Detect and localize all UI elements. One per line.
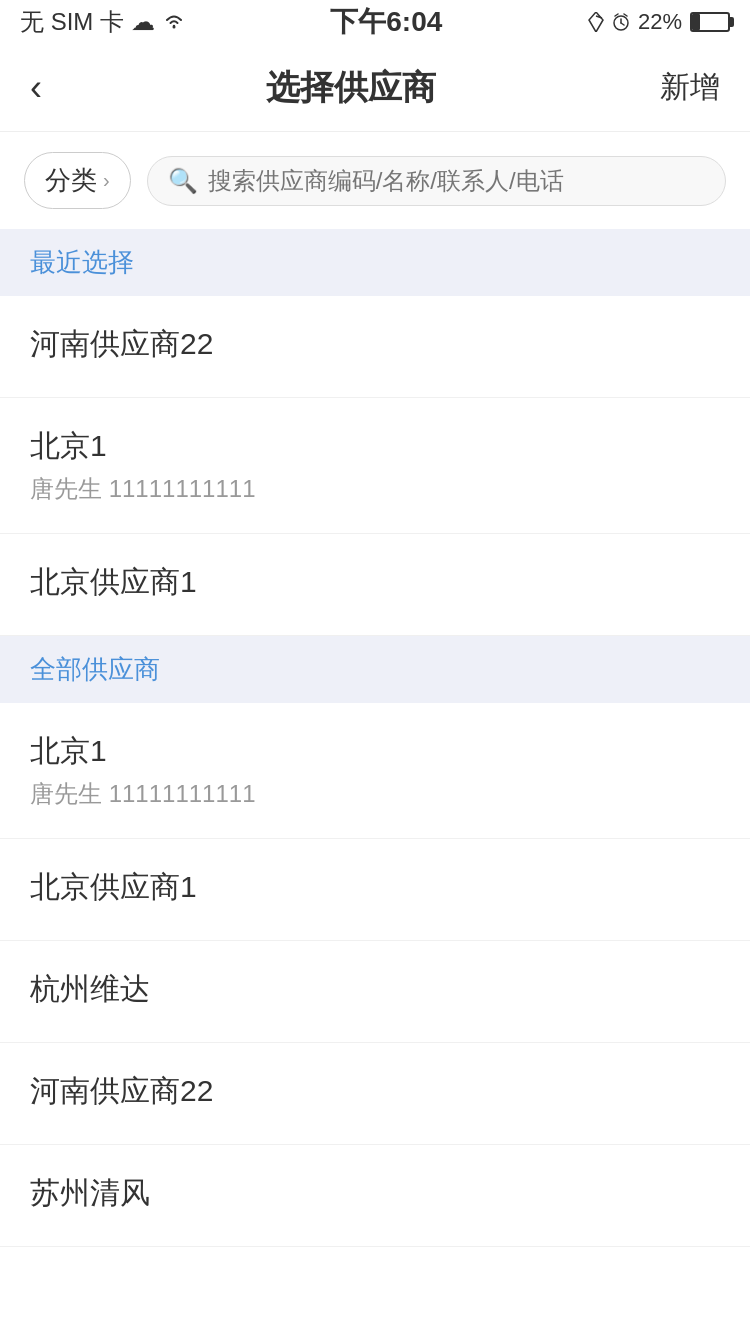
status-left: 无 SIM 卡 ☁ xyxy=(20,6,185,38)
all-section-header: 全部供应商 xyxy=(0,636,750,703)
supplier-name: 北京1 xyxy=(30,426,720,467)
supplier-contact: 唐先生 11111111111 xyxy=(30,473,720,505)
search-box[interactable]: 🔍 xyxy=(147,156,726,206)
wifi-icon xyxy=(163,14,185,30)
recent-suppliers-list: 河南供应商22 北京1 唐先生 11111111111 北京供应商1 xyxy=(0,296,750,636)
all-supplier-item[interactable]: 苏州清风 xyxy=(0,1145,750,1247)
category-filter-button[interactable]: 分类 › xyxy=(24,152,131,209)
battery-icon xyxy=(690,12,730,32)
svg-line-1 xyxy=(596,16,602,18)
status-time: 下午6:04 xyxy=(330,3,442,41)
recent-section-header: 最近选择 xyxy=(0,229,750,296)
category-label: 分类 xyxy=(45,163,97,198)
supplier-name: 北京1 xyxy=(30,731,720,772)
supplier-name: 河南供应商22 xyxy=(30,324,720,365)
svg-line-4 xyxy=(621,23,624,25)
all-supplier-item[interactable]: 河南供应商22 xyxy=(0,1043,750,1145)
supplier-name: 河南供应商22 xyxy=(30,1071,720,1112)
all-suppliers-list: 北京1 唐先生 11111111111 北京供应商1 杭州维达河南供应商22 苏州清风 xyxy=(0,703,750,1247)
recent-supplier-item[interactable]: 河南供应商22 xyxy=(0,296,750,398)
recent-supplier-item[interactable]: 北京1 唐先生 11111111111 xyxy=(0,398,750,534)
supplier-name: 北京供应商1 xyxy=(30,562,720,603)
no-sim-text: 无 SIM 卡 ☁ xyxy=(20,6,155,38)
chevron-right-icon: › xyxy=(103,169,110,192)
supplier-name: 北京供应商1 xyxy=(30,867,720,908)
location-icon xyxy=(588,12,604,32)
recent-section-label: 最近选择 xyxy=(30,247,134,277)
nav-bar: ‹ 选择供应商 新增 xyxy=(0,44,750,132)
svg-point-0 xyxy=(172,26,175,29)
status-bar: 无 SIM 卡 ☁ 下午6:04 22% xyxy=(0,0,750,44)
battery-percent: 22% xyxy=(638,9,682,35)
status-right: 22% xyxy=(588,9,730,35)
supplier-name: 苏州清风 xyxy=(30,1173,720,1214)
add-button[interactable]: 新增 xyxy=(660,67,720,108)
all-section-label: 全部供应商 xyxy=(30,654,160,684)
alarm-icon xyxy=(612,12,630,32)
supplier-name: 杭州维达 xyxy=(30,969,720,1010)
back-button[interactable]: ‹ xyxy=(30,67,42,109)
recent-supplier-item[interactable]: 北京供应商1 xyxy=(0,534,750,636)
all-supplier-item[interactable]: 北京供应商1 xyxy=(0,839,750,941)
page-title: 选择供应商 xyxy=(266,65,436,111)
all-supplier-item[interactable]: 北京1 唐先生 11111111111 xyxy=(0,703,750,839)
supplier-contact: 唐先生 11111111111 xyxy=(30,778,720,810)
svg-line-5 xyxy=(615,14,618,16)
all-supplier-item[interactable]: 杭州维达 xyxy=(0,941,750,1043)
svg-line-6 xyxy=(624,14,627,16)
search-input[interactable] xyxy=(208,167,705,195)
filter-bar: 分类 › 🔍 xyxy=(0,132,750,229)
search-icon: 🔍 xyxy=(168,167,198,195)
